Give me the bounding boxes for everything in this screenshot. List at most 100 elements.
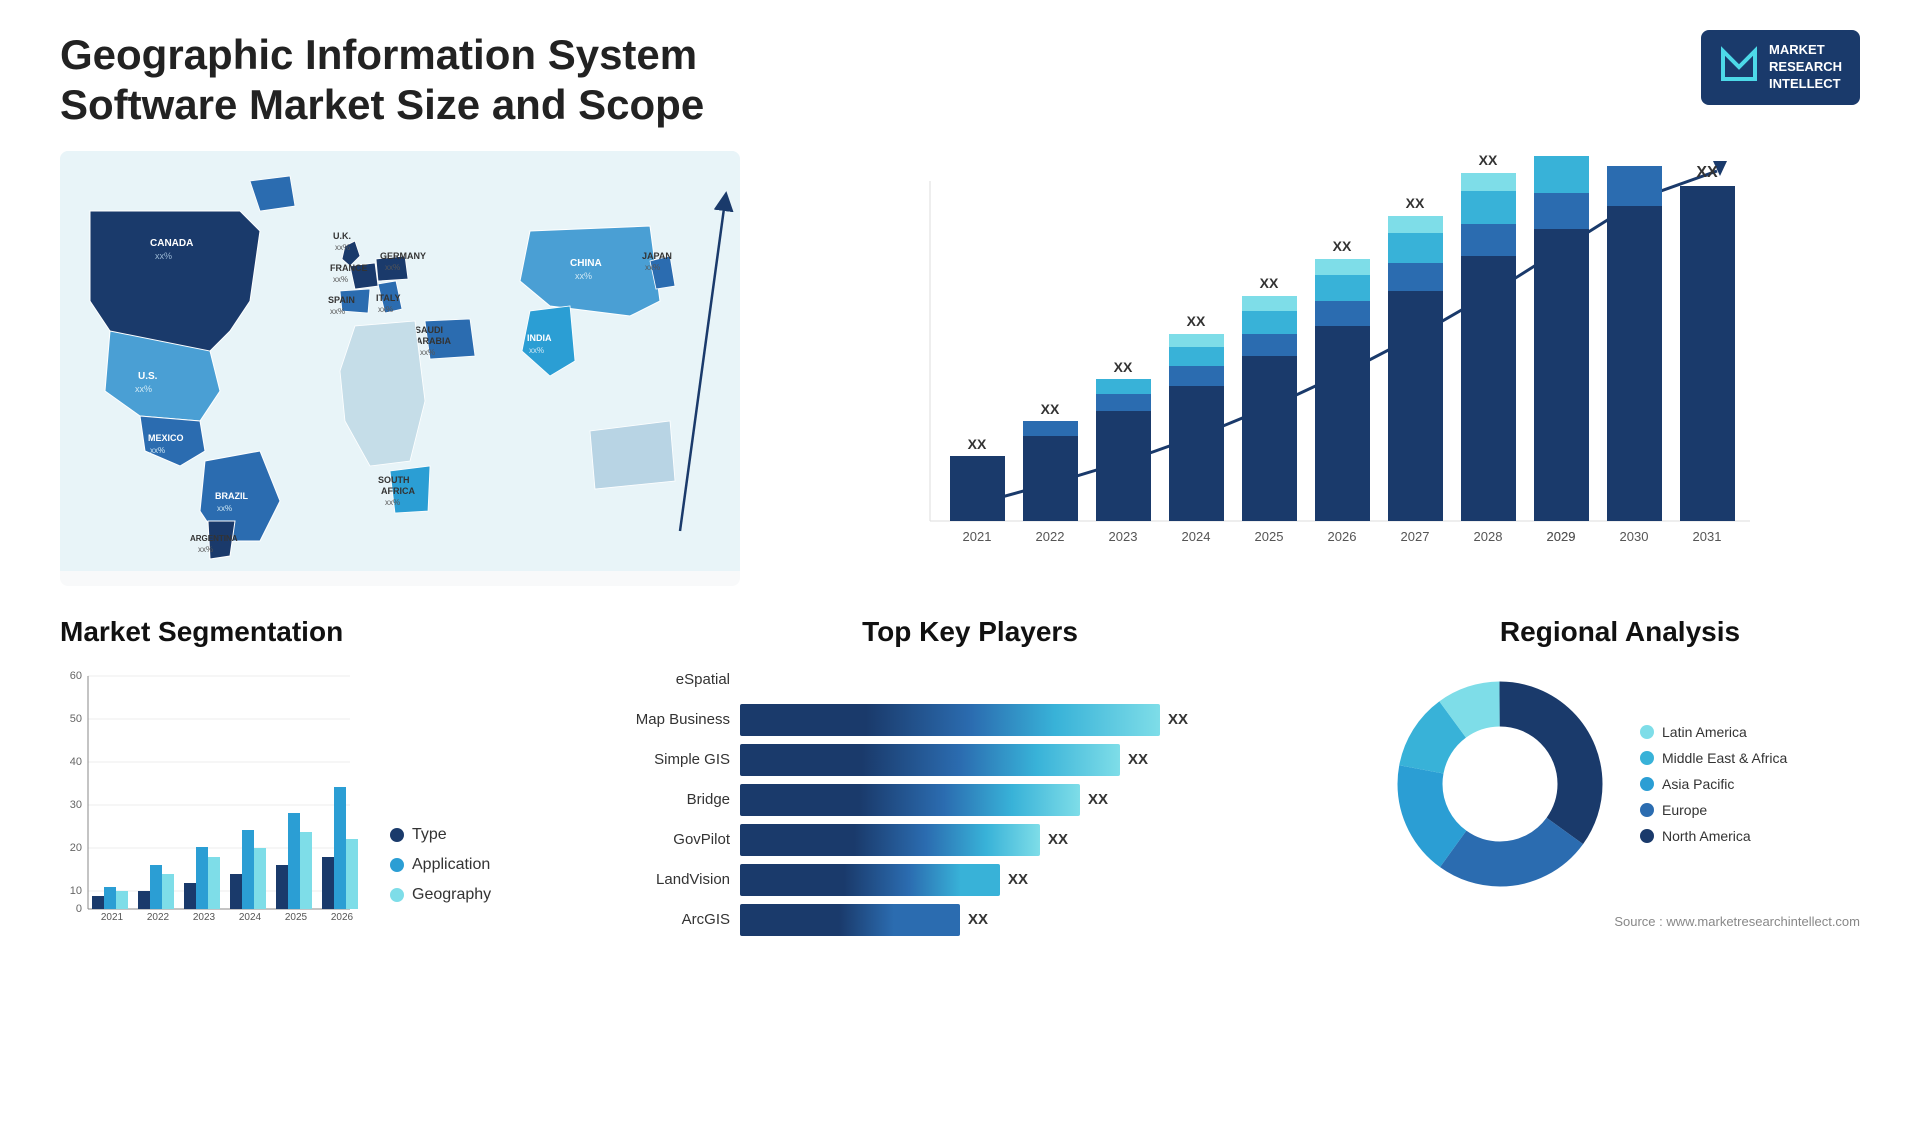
segmentation-title: Market Segmentation xyxy=(60,616,560,648)
player-bar-mapbusiness: XX xyxy=(740,704,1340,736)
legend-latin-america: Latin America xyxy=(1640,724,1787,740)
svg-text:XX: XX xyxy=(1260,275,1279,291)
world-map: CANADA xx% U.S. xx% MEXICO xx% BRAZIL xx… xyxy=(60,151,740,586)
svg-text:2026: 2026 xyxy=(331,912,354,923)
legend-application: Application xyxy=(390,856,491,874)
regional-section: Regional Analysis xyxy=(1380,616,1860,936)
type-dot xyxy=(390,828,404,842)
application-dot xyxy=(390,858,404,872)
asia-pacific-dot xyxy=(1640,777,1654,791)
player-bar-bridge: XX xyxy=(740,784,1340,816)
player-name-simplegis: Simple GIS xyxy=(600,751,730,768)
svg-text:xx%: xx% xyxy=(645,263,660,272)
svg-text:CANADA: CANADA xyxy=(150,238,193,249)
player-bar-espatial xyxy=(740,664,1340,696)
svg-text:2031: 2031 xyxy=(1693,529,1722,544)
legend-type: Type xyxy=(390,826,491,844)
source-text: Source : www.marketresearchintellect.com xyxy=(1380,914,1860,929)
svg-text:xx%: xx% xyxy=(420,348,435,357)
svg-text:0: 0 xyxy=(76,903,82,915)
svg-text:xx%: xx% xyxy=(575,271,592,281)
north-america-label: North America xyxy=(1662,828,1751,844)
xx-mapbusiness: XX xyxy=(1168,711,1188,728)
logo-area: MARKET RESEARCH INTELLECT xyxy=(1701,30,1860,105)
player-bar-govpilot: XX xyxy=(740,824,1340,856)
latin-america-label: Latin America xyxy=(1662,724,1747,740)
svg-text:2021: 2021 xyxy=(963,529,992,544)
svg-text:U.K.: U.K. xyxy=(333,231,351,241)
svg-text:U.S.: U.S. xyxy=(138,371,158,382)
logo-letter xyxy=(1719,43,1759,92)
bar-arcgis xyxy=(740,904,960,936)
player-row-arcgis: ArcGIS XX xyxy=(600,904,1340,936)
type-label: Type xyxy=(412,826,447,844)
svg-text:SOUTH: SOUTH xyxy=(378,475,410,485)
donut-chart xyxy=(1380,664,1620,904)
svg-text:BRAZIL: BRAZIL xyxy=(215,491,248,501)
svg-text:SPAIN: SPAIN xyxy=(328,295,355,305)
svg-text:XX: XX xyxy=(1333,238,1352,254)
svg-text:xx%: xx% xyxy=(333,275,348,284)
europe-label: Europe xyxy=(1662,802,1707,818)
svg-text:60: 60 xyxy=(70,670,82,682)
svg-text:xx%: xx% xyxy=(385,498,400,507)
players-section: Top Key Players eSpatial Map Business XX xyxy=(600,616,1340,936)
svg-text:40: 40 xyxy=(70,756,82,768)
regional-wrap: Latin America Middle East & Africa Asia … xyxy=(1380,664,1860,904)
svg-text:XX: XX xyxy=(1041,401,1060,417)
bar-landvision xyxy=(740,864,1000,896)
segmentation-legend: Type Application Geography xyxy=(390,826,491,924)
svg-text:XX: XX xyxy=(968,436,987,452)
svg-text:xx%: xx% xyxy=(330,307,345,316)
svg-text:GERMANY: GERMANY xyxy=(380,251,426,261)
svg-text:2027: 2027 xyxy=(1401,529,1430,544)
svg-text:xx%: xx% xyxy=(150,446,165,455)
bar-bridge xyxy=(740,784,1080,816)
svg-text:2029: 2029 xyxy=(1547,529,1576,544)
svg-text:XX: XX xyxy=(1406,195,1425,211)
svg-text:2024: 2024 xyxy=(1182,529,1211,544)
svg-text:CHINA: CHINA xyxy=(570,258,602,269)
svg-text:xx%: xx% xyxy=(335,243,350,252)
svg-text:xx%: xx% xyxy=(198,545,213,554)
svg-text:xx%: xx% xyxy=(378,305,393,314)
svg-text:XX: XX xyxy=(1479,152,1498,168)
svg-text:2023: 2023 xyxy=(1109,529,1138,544)
players-title: Top Key Players xyxy=(600,616,1340,648)
top-section: CANADA xx% U.S. xx% MEXICO xx% BRAZIL xx… xyxy=(60,151,1860,586)
svg-text:20: 20 xyxy=(70,842,82,854)
legend-europe: Europe xyxy=(1640,802,1787,818)
svg-text:xx%: xx% xyxy=(385,263,400,272)
bar-govpilot xyxy=(740,824,1040,856)
svg-text:INDIA: INDIA xyxy=(527,333,552,343)
legend-geography: Geography xyxy=(390,886,491,904)
player-name-govpilot: GovPilot xyxy=(600,831,730,848)
svg-text:AFRICA: AFRICA xyxy=(381,486,415,496)
logo-box: MARKET RESEARCH INTELLECT xyxy=(1701,30,1860,105)
svg-text:ARGENTINA: ARGENTINA xyxy=(190,534,238,543)
header: Geographic Information System Software M… xyxy=(60,30,1860,131)
geography-dot xyxy=(390,888,404,902)
svg-text:50: 50 xyxy=(70,713,82,725)
legend-asia-pacific: Asia Pacific xyxy=(1640,776,1787,792)
europe-dot xyxy=(1640,803,1654,817)
application-label: Application xyxy=(412,856,490,874)
svg-text:ITALY: ITALY xyxy=(376,293,401,303)
svg-text:ARABIA: ARABIA xyxy=(416,336,451,346)
svg-text:30: 30 xyxy=(70,799,82,811)
legend-middle-east-africa: Middle East & Africa xyxy=(1640,750,1787,766)
xx-bridge: XX xyxy=(1088,791,1108,808)
xx-govpilot: XX xyxy=(1048,831,1068,848)
page-title: Geographic Information System Software M… xyxy=(60,30,760,131)
player-name-landvision: LandVision xyxy=(600,871,730,888)
svg-text:SAUDI: SAUDI xyxy=(415,325,443,335)
svg-text:2022: 2022 xyxy=(147,912,170,923)
middle-east-africa-dot xyxy=(1640,751,1654,765)
segmentation-section: Market Segmentation 60 50 40 30 20 10 0 xyxy=(60,616,560,936)
svg-text:2021: 2021 xyxy=(101,912,124,923)
asia-pacific-label: Asia Pacific xyxy=(1662,776,1734,792)
player-row-bridge: Bridge XX xyxy=(600,784,1340,816)
svg-text:2022: 2022 xyxy=(1036,529,1065,544)
svg-text:XX: XX xyxy=(1696,164,1718,181)
north-america-dot xyxy=(1640,829,1654,843)
